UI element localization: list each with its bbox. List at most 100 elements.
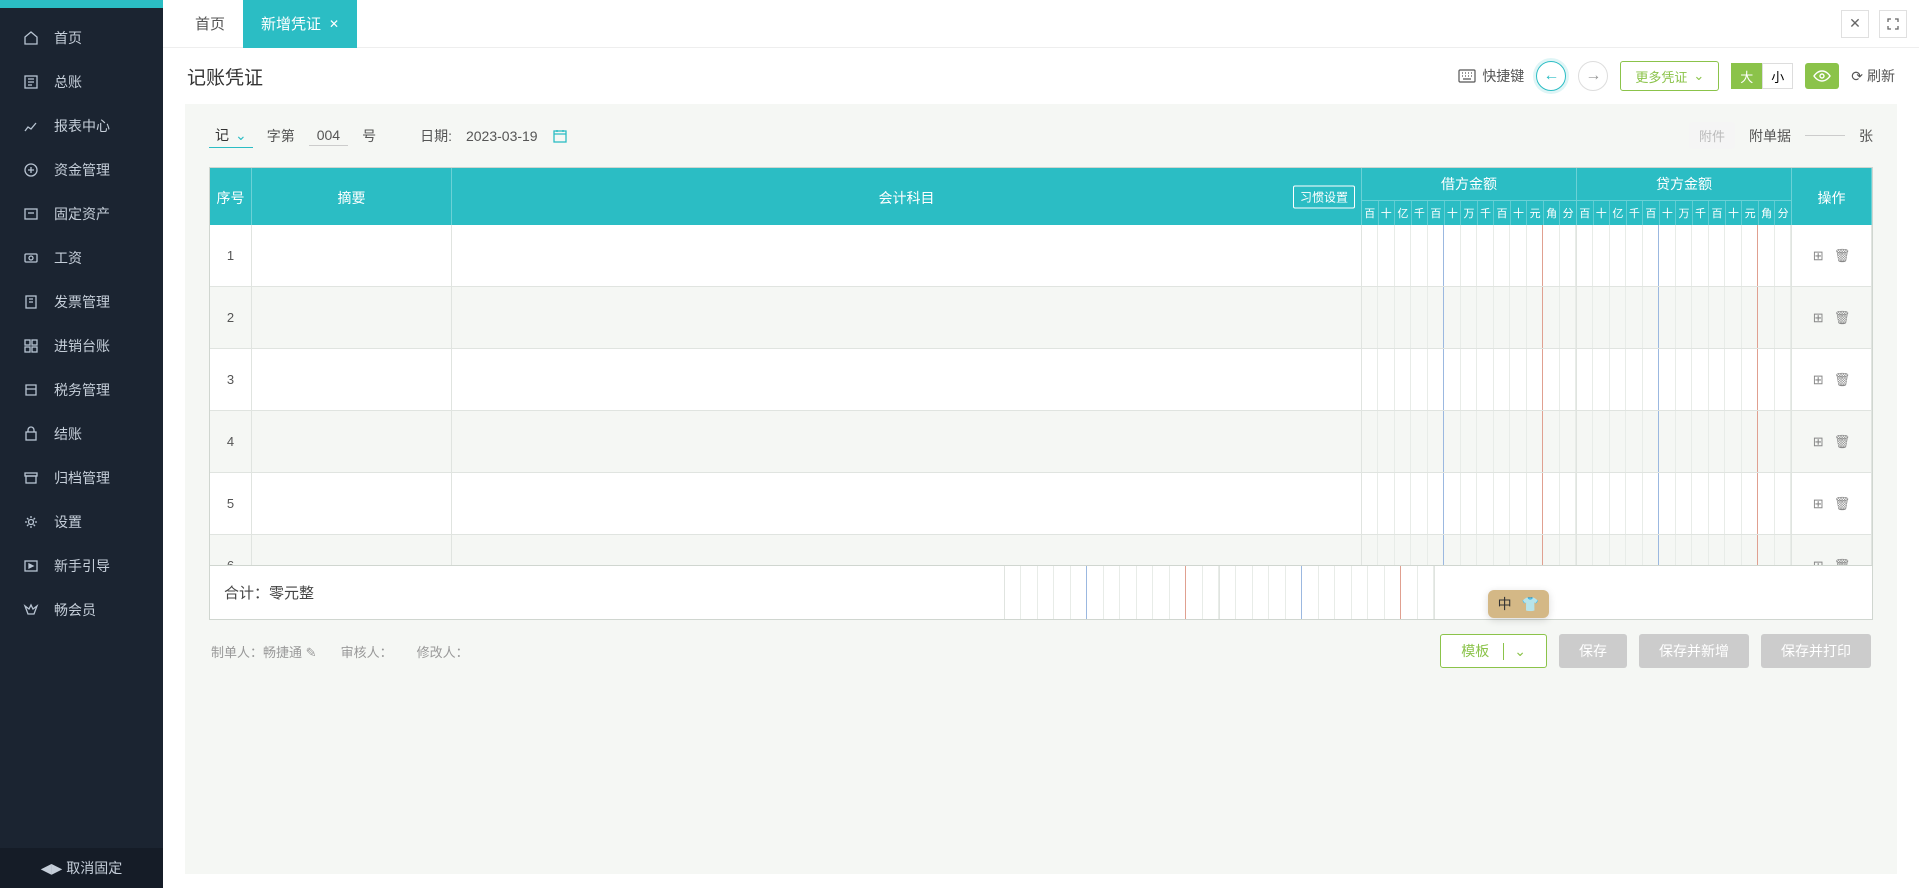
tab-home[interactable]: 首页 — [177, 0, 243, 48]
ime-skin-icon[interactable]: 👕 — [1522, 596, 1539, 613]
save-new-button[interactable]: 保存并新增 — [1639, 634, 1749, 668]
add-row-icon[interactable]: ⊞ — [1813, 434, 1824, 450]
summary-cell[interactable] — [252, 535, 452, 565]
credit-cell[interactable] — [1577, 535, 1792, 565]
edit-icon[interactable]: ✎ — [306, 645, 317, 660]
subject-cell[interactable] — [452, 473, 1362, 534]
summary-cell[interactable] — [252, 287, 452, 348]
sidebar-item-ledger[interactable]: 总账 — [0, 60, 163, 104]
sheet-count-input[interactable] — [1805, 135, 1845, 136]
sidebar-item-guide[interactable]: 新手引导 — [0, 544, 163, 588]
add-row-icon[interactable]: ⊞ — [1813, 558, 1824, 566]
sidebar-item-invoice[interactable]: 发票管理 — [0, 280, 163, 324]
size-toggle: 大 小 — [1731, 63, 1793, 89]
debit-cell[interactable] — [1362, 349, 1577, 410]
add-row-icon[interactable]: ⊞ — [1813, 310, 1824, 326]
credit-cell[interactable] — [1577, 349, 1792, 410]
chevron-down-icon[interactable]: ⌄ — [1503, 643, 1526, 660]
debit-cell[interactable] — [1362, 473, 1577, 534]
save-print-button[interactable]: 保存并打印 — [1761, 634, 1871, 668]
eye-icon — [1813, 70, 1831, 82]
sidebar-item-close[interactable]: 结账 — [0, 412, 163, 456]
tabs-bar: 首页 新增凭证✕ ✕ — [163, 0, 1919, 48]
delete-row-icon[interactable]: 🗑 — [1834, 248, 1851, 264]
debit-cell[interactable] — [1362, 535, 1577, 565]
sidebar-item-label: 工资 — [54, 248, 82, 268]
delete-row-icon[interactable]: 🗑 — [1834, 310, 1851, 326]
total-credit — [1220, 566, 1435, 619]
table-row: 3 ⊞🗑 — [210, 349, 1872, 411]
row-seq: 1 — [210, 225, 252, 286]
preview-button[interactable] — [1805, 63, 1839, 89]
word-prefix-label: 字第 — [267, 126, 295, 146]
ime-indicator[interactable]: 中 👕 — [1488, 590, 1549, 618]
attach-doc-label: 附单据 — [1749, 126, 1791, 146]
tab-new-voucher[interactable]: 新增凭证✕ — [243, 0, 357, 48]
add-row-icon[interactable]: ⊞ — [1813, 496, 1824, 512]
voucher-number[interactable]: 004 — [309, 125, 348, 146]
sidebar-item-inventory[interactable]: 进销台账 — [0, 324, 163, 368]
voucher-type-select[interactable]: 记⌄ — [209, 123, 253, 148]
sidebar-item-tax[interactable]: 税务管理 — [0, 368, 163, 412]
subject-cell[interactable] — [452, 535, 1362, 565]
table-row: 6 ⊞🗑 — [210, 535, 1872, 565]
sidebar-item-settings[interactable]: 设置 — [0, 500, 163, 544]
subject-cell[interactable] — [452, 287, 1362, 348]
sidebar-item-salary[interactable]: 工资 — [0, 236, 163, 280]
date-label: 日期: — [420, 126, 452, 146]
total-debit — [1005, 566, 1220, 619]
summary-cell[interactable] — [252, 225, 452, 286]
header-seq: 序号 — [210, 168, 252, 225]
delete-row-icon[interactable]: 🗑 — [1834, 558, 1851, 566]
sidebar-item-label: 新手引导 — [54, 556, 110, 576]
shortcut-hint[interactable]: 快捷键 — [1458, 66, 1524, 86]
summary-cell[interactable] — [252, 411, 452, 472]
add-row-icon[interactable]: ⊞ — [1813, 372, 1824, 388]
delete-row-icon[interactable]: 🗑 — [1834, 496, 1851, 512]
sidebar-item-label: 首页 — [54, 28, 82, 48]
habit-settings-button[interactable]: 习惯设置 — [1293, 185, 1355, 208]
credit-cell[interactable] — [1577, 225, 1792, 286]
summary-cell[interactable] — [252, 473, 452, 534]
credit-cell[interactable] — [1577, 287, 1792, 348]
sidebar-item-label: 发票管理 — [54, 292, 110, 312]
credit-cell[interactable] — [1577, 411, 1792, 472]
credit-cell[interactable] — [1577, 473, 1792, 534]
attachment-button[interactable]: 附件 — [1689, 122, 1735, 149]
debit-cell[interactable] — [1362, 287, 1577, 348]
size-large-button[interactable]: 大 — [1731, 63, 1762, 89]
calendar-icon[interactable] — [552, 128, 568, 144]
number-suffix-label: 号 — [362, 126, 376, 146]
subject-cell[interactable] — [452, 349, 1362, 410]
debit-cell[interactable] — [1362, 411, 1577, 472]
sidebar-item-fund[interactable]: 资金管理 — [0, 148, 163, 192]
close-panel-button[interactable]: ✕ — [1841, 10, 1869, 38]
save-button[interactable]: 保存 — [1559, 634, 1627, 668]
delete-row-icon[interactable]: 🗑 — [1834, 372, 1851, 388]
sidebar-unpin[interactable]: ◀▶ 取消固定 — [0, 848, 163, 888]
summary-cell[interactable] — [252, 349, 452, 410]
next-voucher-button[interactable]: → — [1578, 61, 1608, 91]
close-icon[interactable]: ✕ — [329, 17, 339, 31]
debit-cell[interactable] — [1362, 225, 1577, 286]
subject-cell[interactable] — [452, 225, 1362, 286]
add-row-icon[interactable]: ⊞ — [1813, 248, 1824, 264]
template-button[interactable]: 模板⌄ — [1440, 634, 1547, 668]
sidebar-item-vip[interactable]: 畅会员 — [0, 588, 163, 632]
delete-row-icon[interactable]: 🗑 — [1834, 434, 1851, 450]
sidebar-item-reports[interactable]: 报表中心 — [0, 104, 163, 148]
summary-input[interactable] — [252, 233, 451, 277]
subject-cell[interactable] — [452, 411, 1362, 472]
sidebar-item-archive[interactable]: 归档管理 — [0, 456, 163, 500]
header-summary: 摘要 — [252, 168, 452, 225]
prev-voucher-button[interactable]: ← — [1536, 61, 1566, 91]
voucher-date[interactable]: 2023-03-19 — [466, 128, 538, 144]
refresh-button[interactable]: ⟳刷新 — [1851, 66, 1895, 86]
header-subject: 会计科目习惯设置 — [452, 168, 1362, 225]
size-small-button[interactable]: 小 — [1762, 63, 1793, 89]
fullscreen-button[interactable] — [1879, 10, 1907, 38]
sidebar-item-home[interactable]: 首页 — [0, 16, 163, 60]
home-icon — [22, 29, 40, 47]
more-vouchers-button[interactable]: 更多凭证⌄ — [1620, 61, 1719, 91]
sidebar-item-asset[interactable]: 固定资产 — [0, 192, 163, 236]
